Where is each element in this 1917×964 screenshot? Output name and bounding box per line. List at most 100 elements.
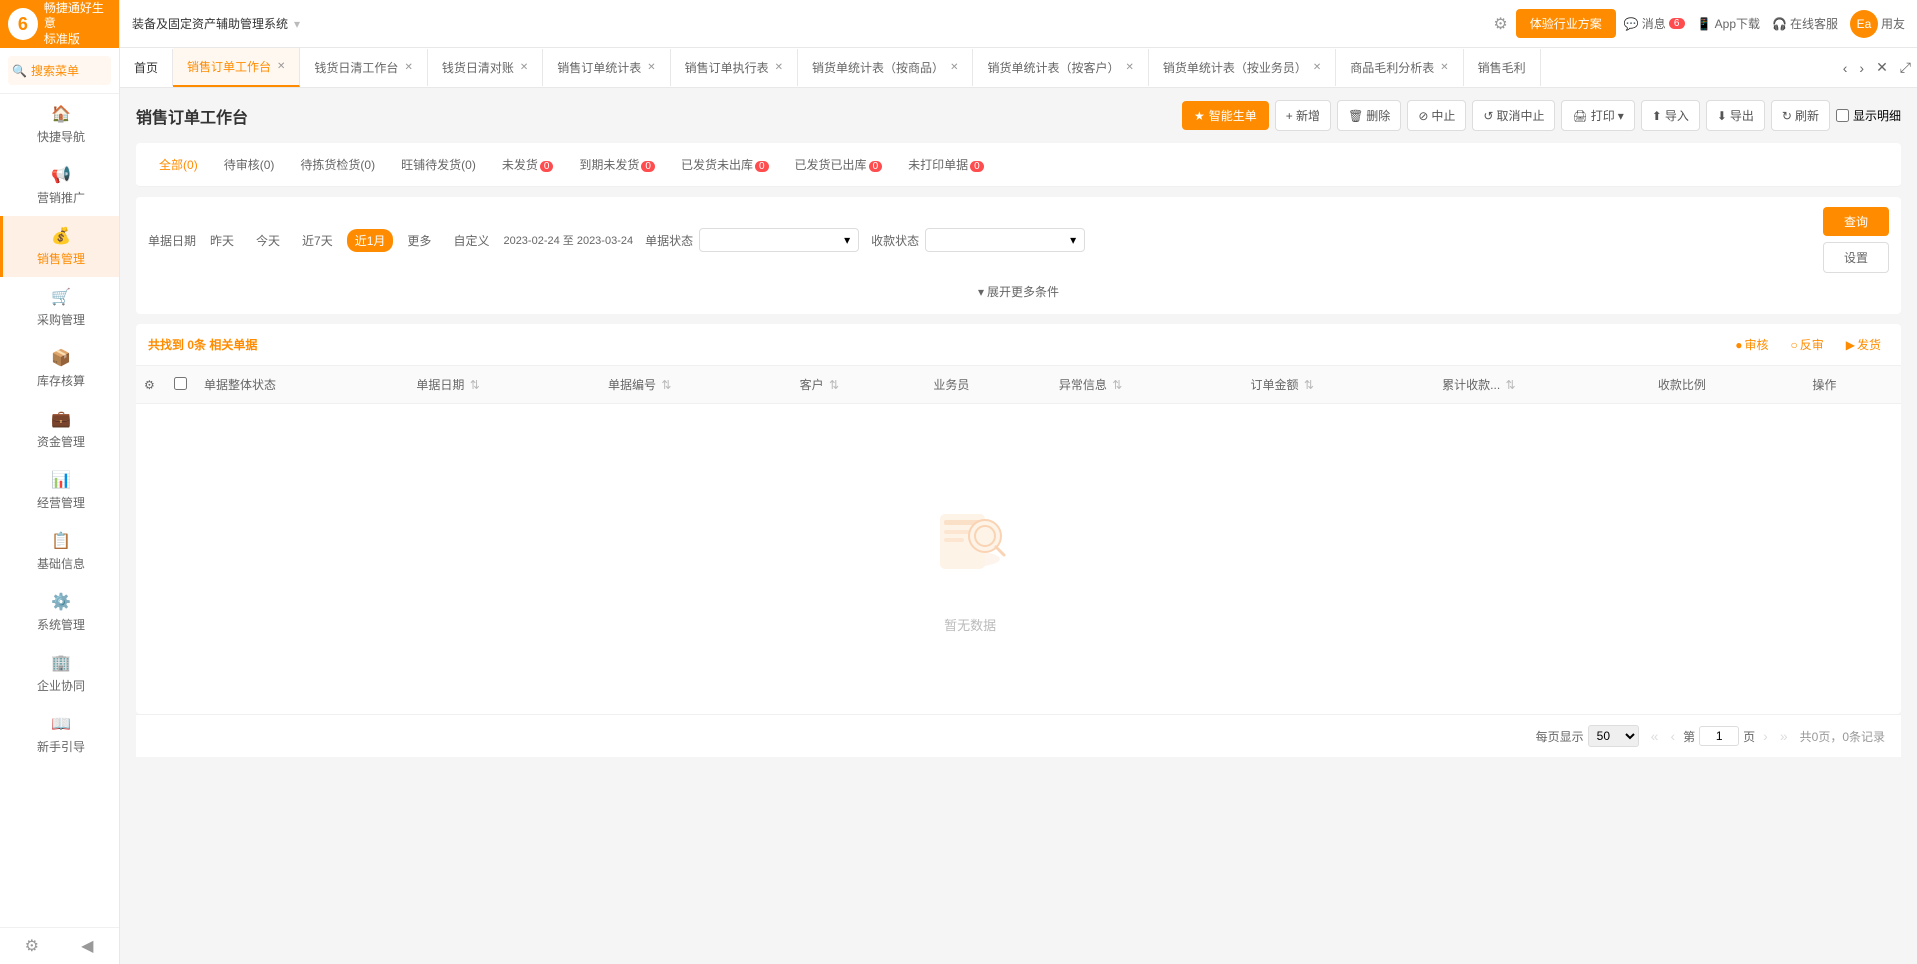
table-action-buttons: ● 审核 ○ 反审 ▶ 发货 — [1727, 332, 1889, 357]
tab-close-icon[interactable]: ✕ — [1125, 62, 1133, 73]
import-button[interactable]: ⬆ 导入 — [1641, 100, 1700, 131]
refresh-button[interactable]: ↻ 刷新 — [1771, 100, 1830, 131]
subtab-pending-check[interactable]: 待拣货检货(0) — [289, 151, 386, 178]
sidebar-item-basic[interactable]: 📋 基础信息 — [0, 521, 119, 582]
select-all-checkbox[interactable] — [174, 377, 187, 390]
unreview-button[interactable]: ○ 反审 — [1782, 332, 1831, 357]
tab-sales-unified-staff[interactable]: 销货单统计表（按业务员） ✕ — [1149, 49, 1336, 86]
subtab-shipped-not-out[interactable]: 已发货未出库0 — [670, 151, 780, 178]
content-area: 销售订单工作台 ★ 智能生单 + 新增 🗑 删除 ⊘ 中止 — [120, 88, 1917, 964]
sidebar-item-enterprise[interactable]: 🏢 企业协同 — [0, 643, 119, 704]
user-menu-button[interactable]: Ea 用友 — [1850, 10, 1905, 38]
show-detail-checkbox-label[interactable]: 显示明细 — [1836, 107, 1901, 124]
add-button[interactable]: + 新增 — [1275, 100, 1331, 131]
smart-create-button[interactable]: ★ 智能生单 — [1182, 101, 1269, 130]
date-custom-btn[interactable]: 自定义 — [445, 229, 497, 252]
page-size-select[interactable]: 50 100 200 — [1588, 725, 1639, 747]
online-service-button[interactable]: 🎧 在线客服 — [1772, 15, 1838, 32]
sidebar-item-inventory[interactable]: 📦 库存核算 — [0, 338, 119, 399]
subtab-not-shipped[interactable]: 未发货0 — [491, 151, 565, 178]
first-page-button[interactable]: « — [1647, 726, 1663, 746]
subtab-wangpu-pending[interactable]: 旺铺待发货(0) — [390, 151, 487, 178]
tab-cash-clear[interactable]: 钱货日清工作台 ✕ — [300, 49, 427, 86]
sidebar-settings-button[interactable]: ⚙ — [8, 936, 56, 956]
table-count: 共找到 0条 相关单据 — [148, 336, 257, 353]
not-shipped-badge: 0 — [540, 161, 554, 172]
subtab-all[interactable]: 全部(0) — [148, 151, 209, 178]
tab-sales-workbench[interactable]: 销售订单工作台 ✕ — [173, 48, 300, 87]
payment-filter-select[interactable]: ▾ — [925, 228, 1085, 252]
gear-icon: ⚙️ — [51, 592, 71, 612]
tab-expand-button[interactable]: ⤢ — [1894, 51, 1917, 84]
app-logo-text: 畅捷通好生意 标准版 — [44, 1, 111, 48]
export-button[interactable]: ⬇ 导出 — [1706, 100, 1765, 131]
sort-icon: ⇅ — [1112, 378, 1122, 392]
tab-scroll-left-button[interactable]: ‹ — [1837, 52, 1854, 84]
tab-sales-unified-product[interactable]: 销货单统计表（按商品） ✕ — [798, 49, 973, 86]
date-filter-group: 昨天 今天 近7天 近1月 更多 自定义 — [202, 229, 497, 252]
app-download-button[interactable]: 📱 App下载 — [1697, 15, 1760, 32]
delete-button[interactable]: 🗑 删除 — [1337, 100, 1401, 131]
cancel-stop-button[interactable]: ↺ 取消中止 — [1472, 100, 1555, 131]
expand-conditions-button[interactable]: ▾ 展开更多条件 — [970, 279, 1067, 304]
set-button[interactable]: 设置 — [1823, 242, 1889, 273]
industry-solution-button[interactable]: 体验行业方案 — [1516, 9, 1616, 38]
topbar-settings-button[interactable]: ⚙ — [1493, 14, 1507, 34]
tab-close-icon[interactable]: ✕ — [950, 62, 958, 73]
next-page-button[interactable]: › — [1759, 726, 1772, 746]
tab-close-icon[interactable]: ✕ — [1313, 62, 1321, 73]
sidebar-collapse-button[interactable]: ◀ — [64, 936, 112, 956]
stop-button[interactable]: ⊘ 中止 — [1407, 100, 1466, 131]
tab-product-margin[interactable]: 商品毛利分析表 ✕ — [1336, 49, 1463, 86]
tab-close-icon[interactable]: ✕ — [277, 61, 285, 72]
search-menu-button[interactable]: 🔍 搜索菜单 — [8, 56, 111, 85]
tab-close-icon[interactable]: ✕ — [520, 62, 528, 73]
tab-home[interactable]: 首页 — [120, 49, 173, 86]
sidebar-item-finance[interactable]: 💼 资金管理 — [0, 399, 119, 460]
page-number-input[interactable] — [1699, 726, 1739, 746]
subtab-expired-not-shipped[interactable]: 到期未发货0 — [568, 151, 666, 178]
tab-cash-reconcile[interactable]: 钱货日清对账 ✕ — [428, 49, 543, 86]
print-button[interactable]: 🖨 打印 ▾ — [1561, 100, 1634, 131]
ship-button[interactable]: ▶ 发货 — [1838, 332, 1889, 357]
tab-close-icon[interactable]: ✕ — [404, 62, 412, 73]
date-more-btn[interactable]: 更多 — [399, 229, 439, 252]
date-1month-btn[interactable]: 近1月 — [347, 229, 394, 252]
show-detail-checkbox[interactable] — [1836, 109, 1849, 122]
chevron-down-icon: ▾ — [1070, 233, 1076, 247]
tab-close-icon[interactable]: ✕ — [775, 62, 783, 73]
query-button[interactable]: 查询 — [1823, 207, 1889, 236]
message-button[interactable]: 💬 消息 6 — [1624, 15, 1685, 32]
subtab-bar: 全部(0) 待审核(0) 待拣货检货(0) 旺铺待发货(0) 未发货0 到期未发… — [136, 143, 1901, 187]
date-yesterday-btn[interactable]: 昨天 — [202, 229, 242, 252]
column-date: 单据日期 ⇅ — [408, 366, 600, 404]
sidebar-item-operation[interactable]: 📊 经营管理 — [0, 460, 119, 521]
tab-sales-unified-customer[interactable]: 销货单统计表（按客户） ✕ — [973, 49, 1148, 86]
date-7days-btn[interactable]: 近7天 — [294, 229, 341, 252]
tab-sales-exec[interactable]: 销售订单执行表 ✕ — [671, 49, 798, 86]
sidebar-item-marketing[interactable]: 📢 营销推广 — [0, 155, 119, 216]
tab-scroll-right-button[interactable]: › — [1853, 52, 1870, 84]
tab-close-icon[interactable]: ✕ — [1440, 62, 1448, 73]
cancel-icon: ↺ — [1483, 109, 1493, 123]
tab-sales-more[interactable]: 销售毛利 — [1464, 49, 1541, 86]
sidebar-item-guide[interactable]: 📖 新手引导 — [0, 704, 119, 765]
phone-icon: 📱 — [1697, 17, 1712, 31]
date-today-btn[interactable]: 今天 — [248, 229, 288, 252]
tab-close-all-button[interactable]: ✕ — [1870, 51, 1894, 84]
stop-icon: ⊘ — [1418, 109, 1428, 123]
sidebar-item-sales[interactable]: 💰 销售管理 — [0, 216, 119, 277]
tab-sales-stats[interactable]: 销售订单统计表 ✕ — [543, 49, 670, 86]
sidebar-item-quick-nav[interactable]: 🏠 快捷导航 — [0, 94, 119, 155]
subtab-not-printed[interactable]: 未打印单据0 — [897, 151, 995, 178]
tab-close-icon[interactable]: ✕ — [647, 62, 655, 73]
subtab-pending-review[interactable]: 待审核(0) — [213, 151, 286, 178]
subtab-shipped-out[interactable]: 已发货已出库0 — [784, 151, 894, 178]
last-page-button[interactable]: » — [1776, 726, 1792, 746]
status-filter-select[interactable]: ▾ — [699, 228, 859, 252]
megaphone-icon: 📢 — [51, 165, 71, 185]
review-button[interactable]: ● 审核 — [1727, 332, 1776, 357]
sidebar-item-purchase[interactable]: 🛒 采购管理 — [0, 277, 119, 338]
prev-page-button[interactable]: ‹ — [1666, 726, 1679, 746]
sidebar-item-system[interactable]: ⚙️ 系统管理 — [0, 582, 119, 643]
